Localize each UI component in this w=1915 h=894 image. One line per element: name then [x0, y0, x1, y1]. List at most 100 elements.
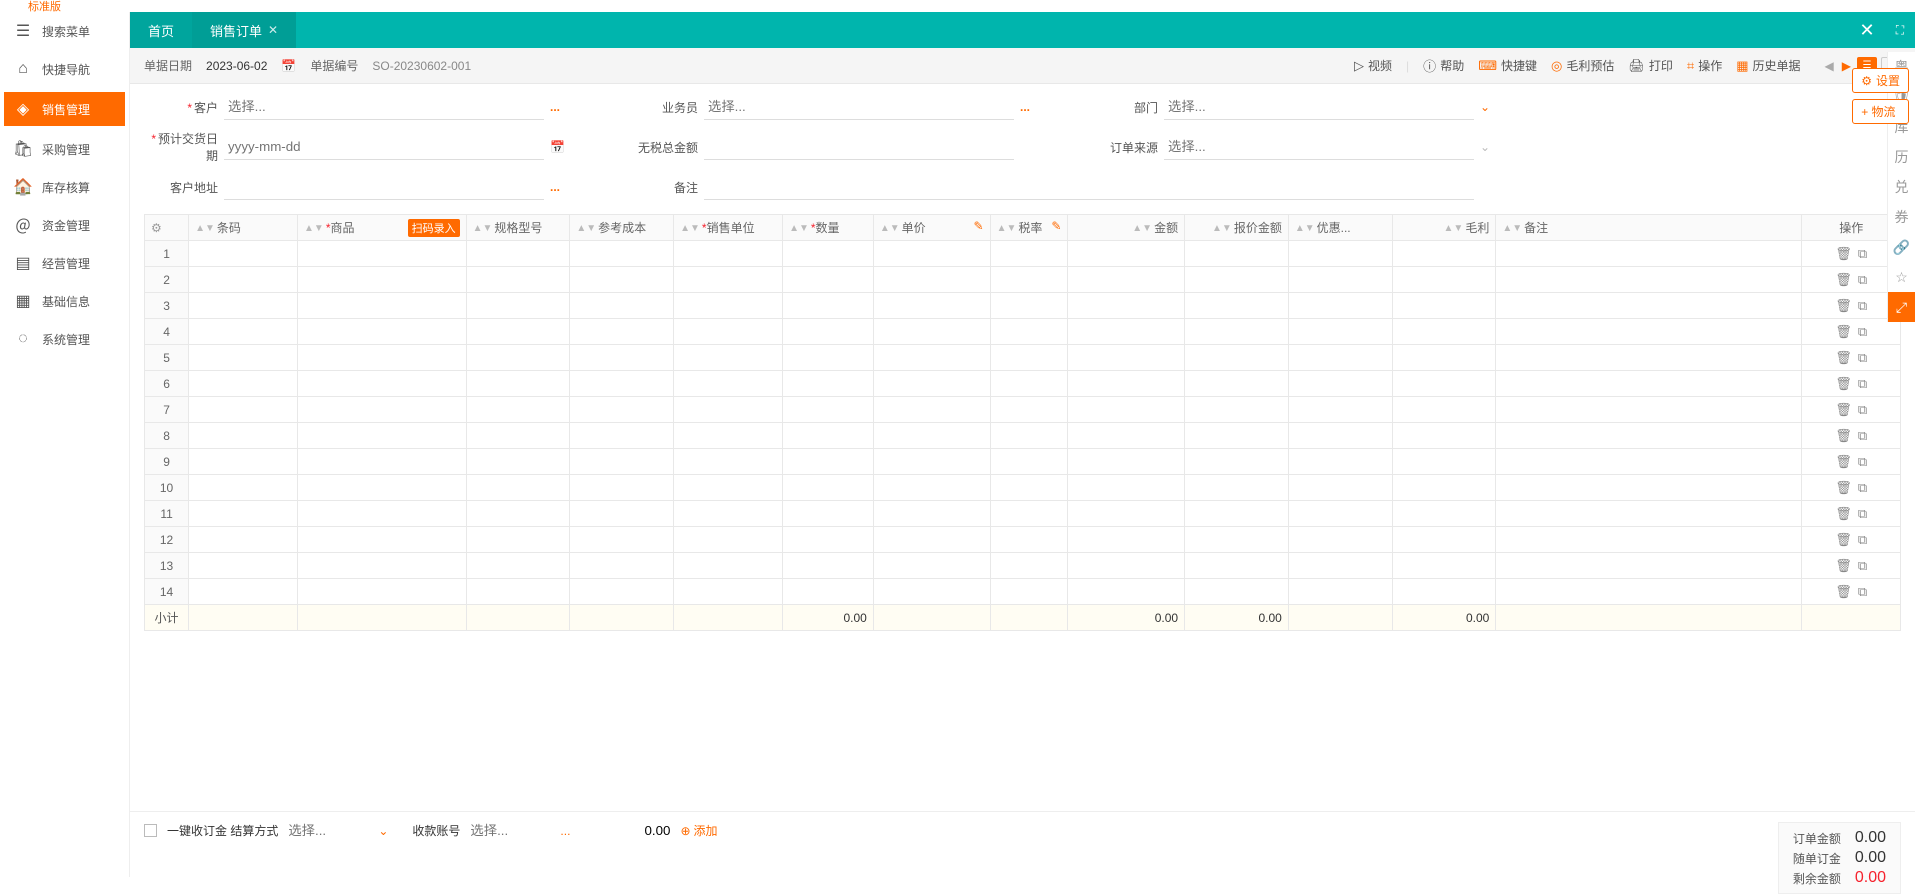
- profit-button[interactable]: ◎毛利预估: [1551, 57, 1614, 74]
- copy-icon[interactable]: ⧉: [1858, 324, 1867, 339]
- copy-icon[interactable]: ⧉: [1858, 506, 1867, 521]
- ops-button[interactable]: ⌗操作: [1687, 57, 1722, 74]
- copy-icon[interactable]: ⧉: [1858, 454, 1867, 469]
- table-row[interactable]: 8🗑⧉: [145, 423, 1901, 449]
- th-tax[interactable]: ▲▼税率✎: [990, 215, 1068, 241]
- expand-icon[interactable]: ⛶: [1885, 12, 1915, 48]
- th-spec[interactable]: ▲▼规格型号: [466, 215, 570, 241]
- copy-icon[interactable]: ⧉: [1858, 350, 1867, 365]
- edit-icon[interactable]: ✎: [1051, 219, 1061, 233]
- delete-icon[interactable]: 🗑: [1835, 454, 1852, 469]
- copy-icon[interactable]: ⧉: [1858, 558, 1867, 573]
- lookup-icon[interactable]: ...: [1020, 100, 1030, 114]
- addr-input[interactable]: [224, 174, 544, 200]
- table-row[interactable]: 2🗑⧉: [145, 267, 1901, 293]
- delete-icon[interactable]: 🗑: [1835, 480, 1852, 495]
- sidebar-item-system[interactable]: ◌系统管理: [0, 320, 129, 358]
- deposit-checkbox[interactable]: [144, 824, 157, 837]
- rail-item-5[interactable]: 兑: [1888, 172, 1915, 202]
- video-button[interactable]: ▷视频: [1354, 57, 1392, 74]
- settle-method-select[interactable]: [288, 823, 368, 838]
- copy-icon[interactable]: ⧉: [1858, 584, 1867, 599]
- copy-icon[interactable]: ⧉: [1858, 298, 1867, 313]
- calendar-icon[interactable]: 📅: [281, 59, 296, 73]
- delivery-date-input[interactable]: [224, 134, 544, 160]
- close-all-tabs[interactable]: ✕: [1849, 12, 1885, 48]
- sidebar-item-base[interactable]: ▦基础信息: [0, 282, 129, 320]
- delete-icon[interactable]: 🗑: [1835, 558, 1852, 573]
- delete-icon[interactable]: 🗑: [1835, 506, 1852, 521]
- th-remark[interactable]: ▲▼备注: [1496, 215, 1802, 241]
- tab-home[interactable]: 首页: [130, 12, 192, 48]
- th-quote[interactable]: ▲▼报价金额: [1185, 215, 1289, 241]
- calendar-icon[interactable]: 📅: [550, 140, 565, 154]
- logistics-button[interactable]: + 物流: [1852, 99, 1909, 124]
- rail-item-expand[interactable]: ⤢: [1888, 292, 1915, 322]
- table-row[interactable]: 10🗑⧉: [145, 475, 1901, 501]
- scan-badge[interactable]: 扫码录入: [408, 219, 460, 237]
- table-row[interactable]: 11🗑⧉: [145, 501, 1901, 527]
- delete-icon[interactable]: 🗑: [1835, 246, 1852, 261]
- sidebar-item-sales[interactable]: ◈销售管理: [4, 92, 125, 126]
- sidebar-item-finance[interactable]: ＠资金管理: [0, 206, 129, 244]
- delete-icon[interactable]: 🗑: [1835, 376, 1852, 391]
- th-barcode[interactable]: ▲▼条码: [189, 215, 298, 241]
- copy-icon[interactable]: ⧉: [1858, 428, 1867, 443]
- th-product[interactable]: ▲▼*商品扫码录入: [298, 215, 467, 241]
- shortcut-button[interactable]: ⌨快捷键: [1478, 57, 1537, 74]
- th-amount[interactable]: ▲▼金额: [1068, 215, 1185, 241]
- copy-icon[interactable]: ⧉: [1858, 402, 1867, 417]
- chevron-down-icon[interactable]: ⌄: [1480, 100, 1490, 114]
- prev-icon[interactable]: ◀: [1823, 59, 1836, 73]
- table-row[interactable]: 3🗑⧉: [145, 293, 1901, 319]
- sidebar-item-search[interactable]: ☰搜索菜单: [0, 12, 129, 50]
- sidebar-item-quicknav[interactable]: ⌂快捷导航: [0, 50, 129, 88]
- table-row[interactable]: 13🗑⧉: [145, 553, 1901, 579]
- close-icon[interactable]: ✕: [268, 23, 278, 37]
- account-select[interactable]: [470, 823, 550, 838]
- dept-input[interactable]: [1164, 94, 1474, 120]
- sidebar-item-biz[interactable]: ▤经营管理: [0, 244, 129, 282]
- next-icon[interactable]: ▶: [1840, 59, 1853, 73]
- chevron-down-icon[interactable]: ⌄: [1480, 140, 1490, 154]
- table-row[interactable]: 4🗑⧉: [145, 319, 1901, 345]
- copy-icon[interactable]: ⧉: [1858, 246, 1867, 261]
- settings-button[interactable]: ⚙设置: [1852, 68, 1909, 93]
- rail-item-8[interactable]: ☆: [1888, 262, 1915, 292]
- gear-icon[interactable]: ⚙: [151, 221, 162, 235]
- copy-icon[interactable]: ⧉: [1858, 376, 1867, 391]
- rail-item-4[interactable]: 历: [1888, 142, 1915, 172]
- copy-icon[interactable]: ⧉: [1858, 480, 1867, 495]
- table-row[interactable]: 6🗑⧉: [145, 371, 1901, 397]
- remark-input[interactable]: [704, 174, 1474, 200]
- delete-icon[interactable]: 🗑: [1835, 402, 1852, 417]
- add-button[interactable]: ⊕添加: [680, 822, 717, 839]
- delete-icon[interactable]: 🗑: [1835, 532, 1852, 547]
- footer-amount-input[interactable]: [600, 823, 670, 838]
- table-row[interactable]: 5🗑⧉: [145, 345, 1901, 371]
- delete-icon[interactable]: 🗑: [1835, 584, 1852, 599]
- taxfree-input[interactable]: [704, 134, 1014, 160]
- th-unit[interactable]: ▲▼*销售单位: [674, 215, 783, 241]
- table-row[interactable]: 1🗑⧉: [145, 241, 1901, 267]
- tab-sales-order[interactable]: 销售订单 ✕: [192, 12, 296, 48]
- lookup-icon[interactable]: ...: [550, 100, 560, 114]
- sidebar-item-inventory[interactable]: 🏠库存核算: [0, 168, 129, 206]
- rail-item-6[interactable]: 券: [1888, 202, 1915, 232]
- th-discount[interactable]: ▲▼优惠...: [1288, 215, 1392, 241]
- salesman-input[interactable]: [704, 94, 1014, 120]
- delete-icon[interactable]: 🗑: [1835, 298, 1852, 313]
- delete-icon[interactable]: 🗑: [1835, 350, 1852, 365]
- source-input[interactable]: [1164, 134, 1474, 160]
- rail-item-7[interactable]: 🔗: [1888, 232, 1915, 262]
- th-refcost[interactable]: ▲▼参考成本: [570, 215, 674, 241]
- table-row[interactable]: 7🗑⧉: [145, 397, 1901, 423]
- th-gear[interactable]: ⚙: [145, 215, 189, 241]
- delete-icon[interactable]: 🗑: [1835, 324, 1852, 339]
- delete-icon[interactable]: 🗑: [1835, 428, 1852, 443]
- chevron-down-icon[interactable]: ⌄: [378, 824, 388, 838]
- th-price[interactable]: ▲▼单价✎: [873, 215, 990, 241]
- th-profit[interactable]: ▲▼毛利: [1392, 215, 1496, 241]
- delete-icon[interactable]: 🗑: [1835, 272, 1852, 287]
- lookup-icon[interactable]: ...: [560, 824, 570, 838]
